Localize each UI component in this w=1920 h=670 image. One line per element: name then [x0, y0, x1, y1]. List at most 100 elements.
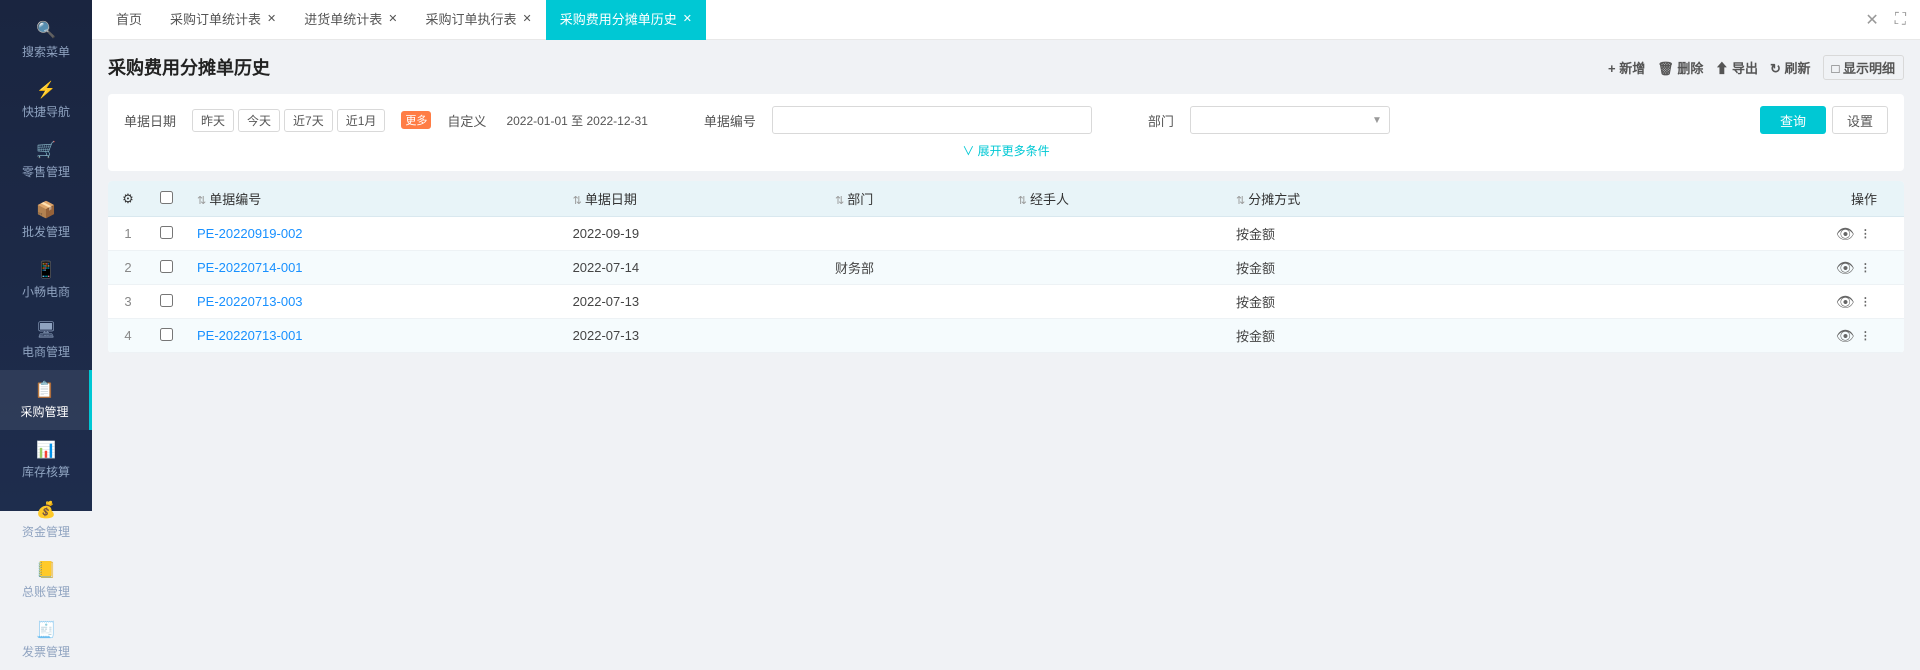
- row-dept: 财务部: [823, 251, 1006, 285]
- purchase-icon: 📋: [35, 380, 55, 400]
- dept-select[interactable]: [1190, 106, 1390, 134]
- sidebar-item-purchase[interactable]: 📋采购管理: [0, 370, 92, 430]
- date-btn-昨天[interactable]: 昨天: [192, 109, 234, 132]
- tab-home[interactable]: 首页: [102, 0, 156, 40]
- row-doc-no: PE-20220713-001: [185, 319, 561, 353]
- row-handler: [1006, 319, 1224, 353]
- delete-button[interactable]: 🗑 删除: [1657, 58, 1703, 77]
- ecommerce-mini-icon: 📱: [36, 260, 56, 280]
- tab-close-purchase-order-stats[interactable]: ✕: [267, 12, 276, 25]
- dept-select-wrapper: ▼: [1190, 106, 1390, 134]
- more-icon-4[interactable]: ⁝: [1863, 327, 1868, 345]
- doc-no-input[interactable]: [772, 106, 1092, 134]
- ops-cell-4: 👁 ⁝: [1836, 327, 1892, 345]
- row-checkbox-1[interactable]: [160, 226, 173, 239]
- wholesale-icon: 📦: [36, 200, 56, 220]
- show-cols-button[interactable]: □ 显示明细: [1823, 55, 1904, 80]
- gear-th[interactable]: ⚙: [108, 181, 148, 217]
- check-all-th[interactable]: [148, 181, 185, 217]
- query-button[interactable]: 查询: [1760, 106, 1826, 134]
- row-ops: 👁 ⁝: [1824, 251, 1904, 285]
- row-method: 按金额: [1224, 319, 1824, 353]
- doc-no-link-2[interactable]: PE-20220714-001: [197, 260, 303, 275]
- more-icon-1[interactable]: ⁝: [1863, 225, 1868, 243]
- row-date: 2022-09-19: [561, 217, 823, 251]
- row-handler: [1006, 251, 1224, 285]
- th-doc-no[interactable]: 单据编号: [185, 181, 561, 217]
- date-btn-今天[interactable]: 今天: [238, 109, 280, 132]
- sidebar-item-search[interactable]: 🔍搜索菜单: [0, 10, 92, 70]
- filter-settings-button[interactable]: 设置: [1832, 106, 1888, 134]
- tab-purchase-order-stats[interactable]: 采购订单统计表✕: [156, 0, 290, 40]
- ops-cell-2: 👁 ⁝: [1836, 259, 1892, 277]
- refresh-button[interactable]: ↻ 刷新: [1770, 58, 1811, 77]
- row-check[interactable]: [148, 285, 185, 319]
- tab-purchase-cost-history[interactable]: 采购费用分摊单历史✕: [546, 0, 706, 40]
- th-method[interactable]: 分摊方式: [1224, 181, 1824, 217]
- ecommerce-icon: 🖥: [36, 320, 56, 340]
- sidebar-item-ecommerce[interactable]: 🖥 电商管理: [0, 310, 92, 370]
- view-icon-3[interactable]: 👁: [1836, 293, 1855, 311]
- page-header: 采购费用分摊单历史 + 新增 🗑 删除 ⬆ 导出 ↻ 刷新 □ 显示明细: [108, 54, 1904, 80]
- row-method: 按金额: [1224, 217, 1824, 251]
- maximize-icon[interactable]: ⛶: [1891, 9, 1910, 31]
- more-icon-2[interactable]: ⁝: [1863, 259, 1868, 277]
- row-date: 2022-07-14: [561, 251, 823, 285]
- tab-close-purchase-exec[interactable]: ✕: [523, 12, 532, 25]
- sidebar-item-inventory[interactable]: 📊库存核算: [0, 430, 92, 490]
- row-check[interactable]: [148, 251, 185, 285]
- date-filter-label: 单据日期: [124, 111, 176, 130]
- tab-goods-stats[interactable]: 进货单统计表✕: [290, 0, 411, 40]
- sidebar-item-ledger[interactable]: 📒总账管理: [0, 550, 92, 610]
- tab-purchase-exec[interactable]: 采购订单执行表 ✕: [411, 0, 545, 40]
- th-date[interactable]: 单据日期: [561, 181, 823, 217]
- sidebar-item-invoice[interactable]: 🧾发票管理: [0, 610, 92, 670]
- expand-button[interactable]: ∨ 展开更多条件: [962, 142, 1049, 159]
- row-dept: [823, 285, 1006, 319]
- tab-label-purchase-exec: 采购订单执行表: [425, 9, 516, 28]
- th-handler[interactable]: 经手人: [1006, 181, 1224, 217]
- table-row: 2 PE-20220714-001 2022-07-14 财务部 按金额 👁 ⁝: [108, 251, 1904, 285]
- sidebar-item-finance[interactable]: 💰资金管理: [0, 490, 92, 550]
- row-dept: [823, 319, 1006, 353]
- more-date-tag[interactable]: 更多: [401, 111, 431, 129]
- th-dept[interactable]: 部门: [823, 181, 1006, 217]
- check-all-checkbox[interactable]: [160, 191, 173, 204]
- tab-close-purchase-cost-history[interactable]: ✕: [683, 12, 692, 25]
- row-checkbox-4[interactable]: [160, 328, 173, 341]
- sidebar-item-ecommerce-mini[interactable]: 📱小畅电商: [0, 250, 92, 310]
- doc-no-link-3[interactable]: PE-20220713-003: [197, 294, 303, 309]
- sidebar-item-label: 总账管理: [22, 583, 70, 600]
- sidebar: 🔍搜索菜单⚡快捷导航🛒零售管理📦批发管理📱小畅电商 🖥 电商管理 📋采购管理📊库存核算…: [0, 0, 92, 511]
- add-button[interactable]: + 新增: [1608, 58, 1645, 77]
- custom-label[interactable]: 自定义: [447, 111, 486, 130]
- sidebar-item-label: 电商管理: [22, 343, 70, 360]
- row-check[interactable]: [148, 319, 185, 353]
- doc-no-link-1[interactable]: PE-20220919-002: [197, 226, 303, 241]
- search-icon: 🔍: [36, 20, 56, 40]
- date-btn-近1月[interactable]: 近1月: [337, 109, 386, 132]
- row-checkbox-3[interactable]: [160, 294, 173, 307]
- row-doc-no: PE-20220713-003: [185, 285, 561, 319]
- row-handler: [1006, 217, 1224, 251]
- date-btn-近7天[interactable]: 近7天: [284, 109, 333, 132]
- row-checkbox-2[interactable]: [160, 260, 173, 273]
- inventory-icon: 📊: [36, 440, 56, 460]
- close-window-icon[interactable]: ✕: [1861, 8, 1882, 32]
- tab-bar-right: ✕ ⛶: [1861, 8, 1910, 32]
- view-icon-2[interactable]: 👁: [1836, 259, 1855, 277]
- sidebar-item-quick-nav[interactable]: ⚡快捷导航: [0, 70, 92, 130]
- doc-no-label: 单据编号: [704, 111, 756, 130]
- date-preset-buttons: 昨天今天近7天近1月: [192, 109, 385, 132]
- tab-close-goods-stats[interactable]: ✕: [388, 12, 397, 25]
- more-icon-3[interactable]: ⁝: [1863, 293, 1868, 311]
- row-check[interactable]: [148, 217, 185, 251]
- export-button[interactable]: ⬆ 导出: [1715, 58, 1758, 77]
- view-icon-4[interactable]: 👁: [1836, 327, 1855, 345]
- sidebar-item-wholesale[interactable]: 📦批发管理: [0, 190, 92, 250]
- doc-no-link-4[interactable]: PE-20220713-001: [197, 328, 303, 343]
- row-num: 3: [108, 285, 148, 319]
- view-icon-1[interactable]: 👁: [1836, 225, 1855, 243]
- table-body: 1 PE-20220919-002 2022-09-19 按金额 👁 ⁝ 2 P…: [108, 217, 1904, 353]
- sidebar-item-retail[interactable]: 🛒零售管理: [0, 130, 92, 190]
